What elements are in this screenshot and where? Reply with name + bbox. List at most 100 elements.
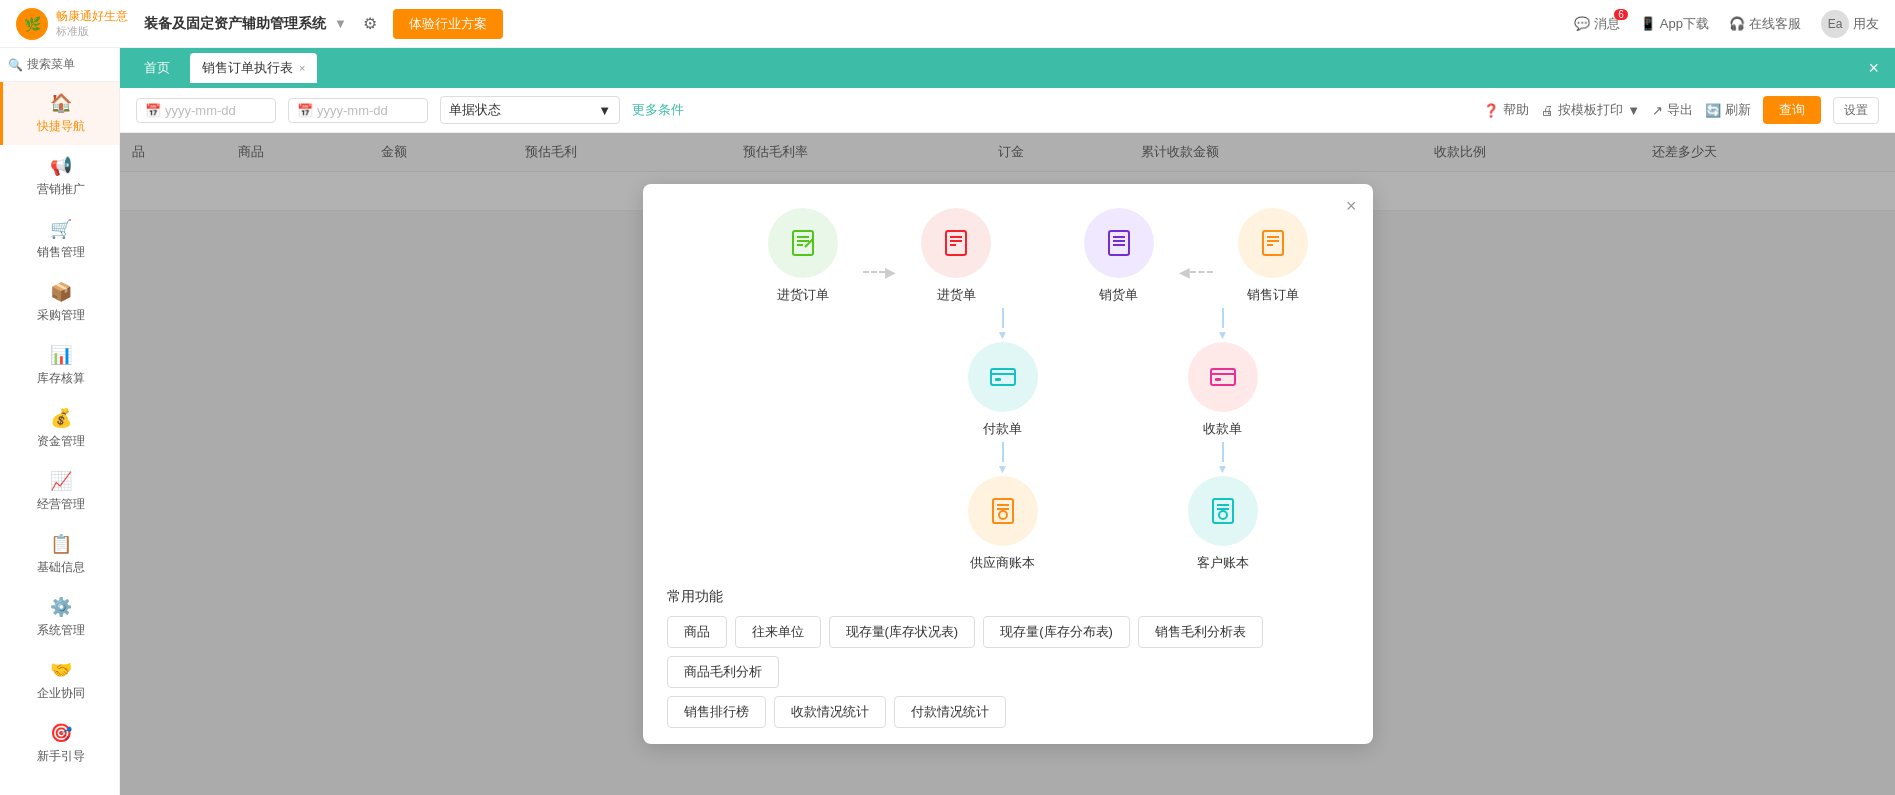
dropdown-arrow-icon[interactable]: ▼ <box>334 16 347 31</box>
user-item[interactable]: Ea 用友 <box>1821 10 1879 38</box>
func-buttons-row1: 商品 往来单位 现存量(库存状况表) 现存量(库存分布表) 销售毛利分析表 商品… <box>667 616 1349 688</box>
flow-node-purchase-order[interactable]: 进货订单 <box>743 208 863 304</box>
message-badge: 6 <box>1614 9 1628 20</box>
enterprise-icon: 🤝 <box>50 659 72 681</box>
func-btn-product-gross[interactable]: 商品毛利分析 <box>667 656 779 688</box>
sidebar-item-system[interactable]: ⚙️ 系统管理 <box>0 586 119 649</box>
modal-overlay[interactable]: × 进货订单 <box>120 133 1895 795</box>
top-bar: 🌿 畅康通好生意 标准版 装备及固定资产辅助管理系统 ▼ ⚙ 体验行业方案 💬 … <box>0 0 1895 48</box>
modal-close-btn[interactable]: × <box>1346 196 1357 217</box>
sales-order-icon <box>1238 208 1308 278</box>
flow-node-payment[interactable]: 付款单 <box>943 342 1063 438</box>
guide-icon: 🎯 <box>50 722 72 744</box>
sidebar-search[interactable]: 🔍 搜索菜单 <box>0 48 119 82</box>
main-content: 品 商品 金额 预估毛利 预估毛利率 订金 累计收款金额 收款比例 还差多少天 <box>120 133 1895 795</box>
system-title: 装备及固定资产辅助管理系统 <box>144 15 326 33</box>
func-btn-sales-rank[interactable]: 销售排行榜 <box>667 696 766 728</box>
search-icon: 🔍 <box>8 58 23 72</box>
payment-icon <box>968 342 1038 412</box>
avatar: Ea <box>1821 10 1849 38</box>
page-toolbar: 📅 yyyy-mm-dd 📅 yyyy-mm-dd 单据状态 ▼ 更多条件 ❓ … <box>120 88 1895 133</box>
select-arrow-icon: ▼ <box>598 103 611 118</box>
trial-button[interactable]: 体验行业方案 <box>393 9 503 39</box>
flow-node-receipt[interactable]: 收款单 <box>1163 342 1283 438</box>
tab-bar: 首页 销售订单执行表 × × <box>120 48 1895 88</box>
export-icon: ↗ <box>1652 103 1663 118</box>
more-conditions-btn[interactable]: 更多条件 <box>632 101 684 119</box>
purchase-bill-icon <box>921 208 991 278</box>
sidebar-item-guide[interactable]: 🎯 新手引导 <box>0 712 119 775</box>
tab-home[interactable]: 首页 <box>128 48 186 88</box>
help-icon: ❓ <box>1483 103 1499 118</box>
sidebar-item-finance[interactable]: 💰 资金管理 <box>0 397 119 460</box>
calendar-icon-2: 📅 <box>297 103 313 118</box>
flow-node-supplier-account[interactable]: 供应商账本 <box>943 476 1063 572</box>
sales-icon: 🛒 <box>50 218 72 240</box>
flow-node-customer-account[interactable]: 客户账本 <box>1163 476 1283 572</box>
tab-sales-order[interactable]: 销售订单执行表 × <box>190 53 317 83</box>
sidebar-item-purchase[interactable]: 📦 采购管理 <box>0 271 119 334</box>
func-buttons-row2: 销售排行榜 收款情况统计 付款情况统计 <box>667 696 1349 728</box>
sidebar-item-sales[interactable]: 🛒 销售管理 <box>0 208 119 271</box>
flow-node-sales-order[interactable]: 销售订单 <box>1213 208 1333 304</box>
main-area: 🔍 搜索菜单 🏠 快捷导航 📢 营销推广 🛒 销售管理 📦 采购管理 📊 <box>0 48 1895 795</box>
tab-close-icon[interactable]: × <box>299 53 305 83</box>
sidebar-item-quick-nav[interactable]: 🏠 快捷导航 <box>0 82 119 145</box>
message-icon: 💬 <box>1574 16 1590 31</box>
app-download-item[interactable]: 📱 App下载 <box>1640 15 1709 33</box>
sidebar-item-inventory[interactable]: 📊 库存核算 <box>0 334 119 397</box>
flow-node-purchase-bill[interactable]: 进货单 <box>896 208 1016 304</box>
online-service-item[interactable]: 🎧 在线客服 <box>1729 15 1801 33</box>
svg-rect-8 <box>1109 231 1129 255</box>
common-functions: 常用功能 商品 往来单位 现存量(库存状况表) 现存量(库存分布表) 销售毛利分… <box>643 588 1373 744</box>
customer-account-icon <box>1188 476 1258 546</box>
svg-point-25 <box>999 511 1007 519</box>
logo-text: 畅康通好生意 标准版 <box>56 9 128 39</box>
refresh-icon: 🔄 <box>1705 103 1721 118</box>
service-icon: 🎧 <box>1729 16 1745 31</box>
common-func-title: 常用功能 <box>667 588 1349 606</box>
date-input-end[interactable]: 📅 yyyy-mm-dd <box>288 98 428 123</box>
date-input[interactable]: 📅 yyyy-mm-dd <box>136 98 276 123</box>
svg-rect-21 <box>1215 378 1221 381</box>
flow-node-sales-bill[interactable]: 销货单 <box>1059 208 1179 304</box>
flow-area: 进货订单 ▶ <box>643 184 1373 588</box>
logo-icon: 🌿 <box>16 8 48 40</box>
sidebar-item-marketing[interactable]: 📢 营销推广 <box>0 145 119 208</box>
sidebar: 🔍 搜索菜单 🏠 快捷导航 📢 营销推广 🛒 销售管理 📦 采购管理 📊 <box>0 48 120 795</box>
purchase-icon: 📦 <box>50 281 72 303</box>
sidebar-item-operations[interactable]: 📈 经营管理 <box>0 460 119 523</box>
func-btn-payment-stats[interactable]: 付款情况统计 <box>894 696 1006 728</box>
func-btn-stock-status[interactable]: 现存量(库存状况表) <box>829 616 976 648</box>
modal-box: × 进货订单 <box>643 184 1373 744</box>
settings-icon[interactable]: ⚙ <box>363 14 377 33</box>
refresh-btn[interactable]: 🔄 刷新 <box>1705 101 1751 119</box>
export-btn[interactable]: ↗ 导出 <box>1652 101 1693 119</box>
sidebar-item-basic-info[interactable]: 📋 基础信息 <box>0 523 119 586</box>
func-btn-product[interactable]: 商品 <box>667 616 727 648</box>
content-area: 首页 销售订单执行表 × × 📅 yyyy-mm-dd 📅 yyyy-mm-dd <box>120 48 1895 795</box>
func-btn-sales-gross[interactable]: 销售毛利分析表 <box>1138 616 1263 648</box>
receipt-icon <box>1188 342 1258 412</box>
supplier-account-icon <box>968 476 1038 546</box>
help-btn[interactable]: ❓ 帮助 <box>1483 101 1529 119</box>
settings-button[interactable]: 设置 <box>1833 97 1879 124</box>
template-print-btn[interactable]: 🖨 按模板打印 ▼ <box>1541 101 1640 119</box>
sidebar-item-enterprise[interactable]: 🤝 企业协同 <box>0 649 119 712</box>
operations-icon: 📈 <box>50 470 72 492</box>
query-button[interactable]: 查询 <box>1763 96 1821 124</box>
func-btn-stock-dist[interactable]: 现存量(库存分布表) <box>983 616 1130 648</box>
message-item[interactable]: 💬 消息 6 <box>1574 15 1620 33</box>
basic-info-icon: 📋 <box>50 533 72 555</box>
svg-rect-18 <box>995 378 1001 381</box>
finance-icon: 💰 <box>50 407 72 429</box>
func-btn-receipt-stats[interactable]: 收款情况统计 <box>774 696 886 728</box>
order-status-select[interactable]: 单据状态 ▼ <box>440 96 620 124</box>
sales-bill-icon <box>1084 208 1154 278</box>
svg-rect-4 <box>946 231 966 255</box>
inventory-icon: 📊 <box>50 344 72 366</box>
download-icon: 📱 <box>1640 16 1656 31</box>
svg-rect-16 <box>991 369 1015 385</box>
page-close-icon[interactable]: × <box>1860 58 1887 78</box>
func-btn-counterparty[interactable]: 往来单位 <box>735 616 821 648</box>
